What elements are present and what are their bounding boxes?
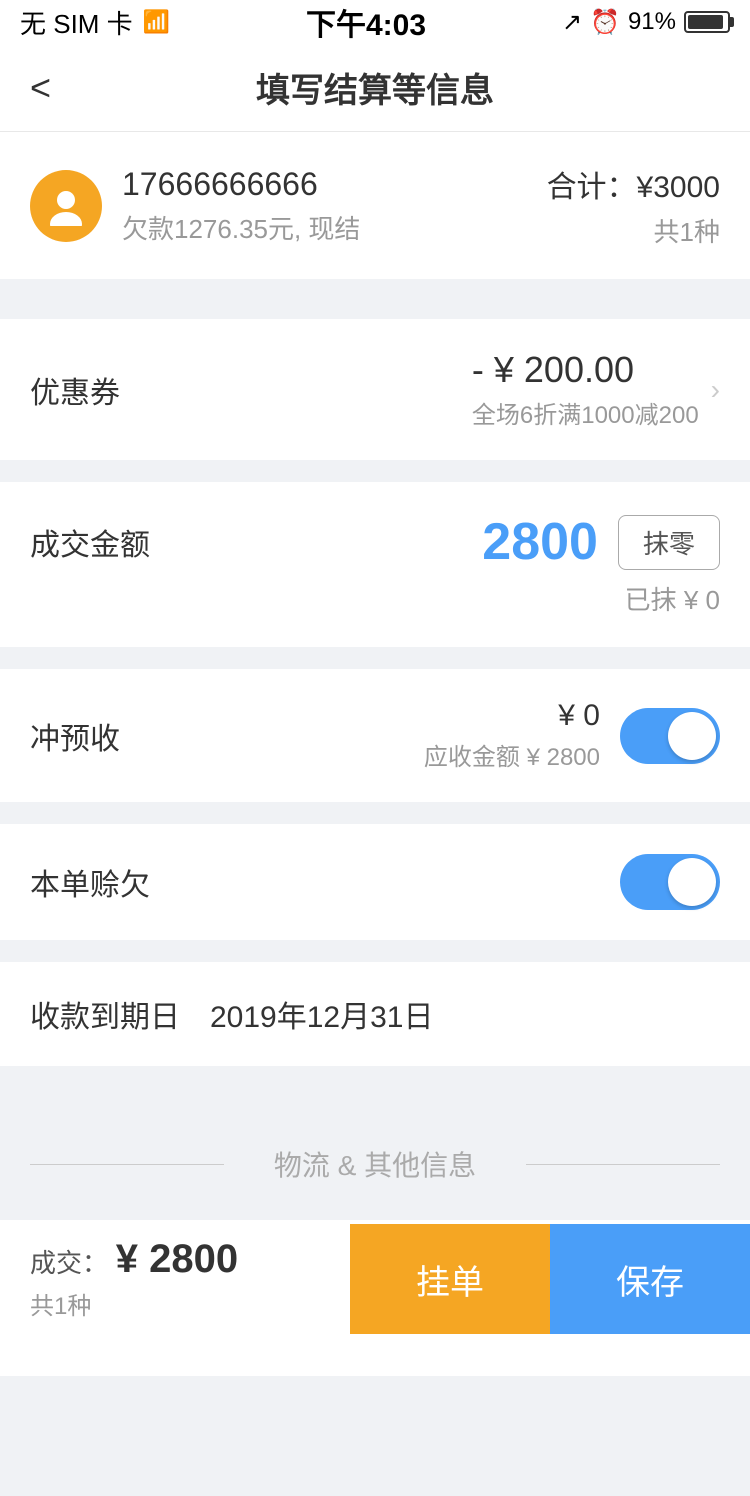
bottom-deal-label: 成交： [30,1248,108,1278]
avatar [30,170,102,242]
prepay-label: 冲预收 [30,714,120,758]
page-title: 填写结算等信息 [256,63,494,112]
bottom-info: 成交： ¥ 2800 共1种 [0,1237,350,1321]
battery-icon [684,11,730,33]
duedate-section: 收款到期日 2019年12月31日 [0,962,750,1066]
gray-section-3 [0,942,750,962]
coupon-label: 优惠券 [30,368,120,412]
status-bar: 无 SIM 卡 📶 下午4:03 ↗ ⏰ 91% [0,0,750,44]
divider-1 [0,299,750,319]
coupon-right: - ¥ 200.00 全场6折满1000减200 › [472,349,720,430]
status-time: 下午4:03 [306,0,426,44]
chevron-right-icon: › [711,374,720,406]
nav-bar: < 填写结算等信息 [0,44,750,132]
debt-section: 本单赊欠 [0,824,750,940]
back-button[interactable]: < [30,67,51,109]
prepay-right: ¥ 0 应收金额 ¥ 2800 [424,699,720,772]
amount-sub: 已抹 ¥ 0 [30,580,720,617]
section-divider-2 [0,1068,750,1088]
customer-left: 17666666666 欠款1276.35元, 现结 [30,166,360,246]
amount-row: 成交金额 2800 抹零 [30,512,720,572]
pending-button[interactable]: 挂单 [350,1224,550,1334]
logistics-header: 物流 & 其他信息 [0,1128,750,1200]
coupon-row[interactable]: 优惠券 - ¥ 200.00 全场6折满1000减200 › [0,319,750,460]
toggle-knob [668,712,716,760]
amount-value: 2800 [482,512,598,572]
customer-card: 17666666666 欠款1276.35元, 现结 合计：¥3000 共1种 [0,132,750,279]
bottom-bar: 成交： ¥ 2800 共1种 挂单 保存 [0,1224,750,1334]
gray-section-2 [0,649,750,669]
amount-section: 成交金额 2800 抹零 已抹 ¥ 0 [0,482,750,647]
prepay-toggle[interactable] [620,708,720,764]
status-right: ↗ ⏰ 91% [562,8,730,37]
duedate-label: 收款到期日 [30,992,180,1036]
total-amount: 合计：¥3000 [547,162,720,206]
customer-phone: 17666666666 [122,166,360,203]
customer-debt: 欠款1276.35元, 现结 [122,209,360,246]
customer-right: 合计：¥3000 共1种 [547,162,720,249]
status-left: 无 SIM 卡 📶 [20,4,170,41]
prepay-section: 冲预收 ¥ 0 应收金额 ¥ 2800 [0,669,750,802]
duedate-row: 收款到期日 2019年12月31日 [30,992,720,1036]
bottom-deal-row: 成交： ¥ 2800 [30,1237,320,1282]
debt-label: 本单赊欠 [30,860,150,904]
gray-section-1 [0,462,750,482]
coupon-discount: - ¥ 200.00 [472,349,699,391]
total-count: 共1种 [547,212,720,249]
coupon-value-block: - ¥ 200.00 全场6折满1000减200 [472,349,699,430]
duedate-value: 2019年12月31日 [210,992,433,1036]
prepay-amount: ¥ 0 [424,699,600,733]
sim-label: 无 SIM 卡 [20,4,133,41]
location-icon: ↗ [562,8,582,37]
logistics-line-left [30,1164,224,1165]
coupon-desc: 全场6折满1000减200 [472,395,699,430]
section-divider-1 [0,804,750,824]
amount-label: 成交金额 [30,520,150,564]
battery-percent: 91% [628,8,676,36]
prepay-amount-block: ¥ 0 应收金额 ¥ 2800 [424,699,600,772]
debt-toggle[interactable] [620,854,720,910]
debt-toggle-knob [668,858,716,906]
prepay-sub: 应收金额 ¥ 2800 [424,737,600,772]
wifi-icon: 📶 [143,9,170,35]
battery-fill [688,15,723,29]
customer-info: 17666666666 欠款1276.35元, 现结 [122,166,360,246]
bottom-count: 共1种 [30,1286,320,1321]
alarm-icon: ⏰ [590,8,620,37]
logistics-title: 物流 & 其他信息 [274,1144,476,1184]
logistics-section: 物流 & 其他信息 [0,1108,750,1220]
logistics-line-right [526,1164,720,1165]
save-button[interactable]: 保存 [550,1224,750,1334]
round-button[interactable]: 抹零 [618,515,720,570]
bottom-amount: ¥ 2800 [116,1237,238,1281]
amount-value-area: 2800 抹零 [482,512,720,572]
